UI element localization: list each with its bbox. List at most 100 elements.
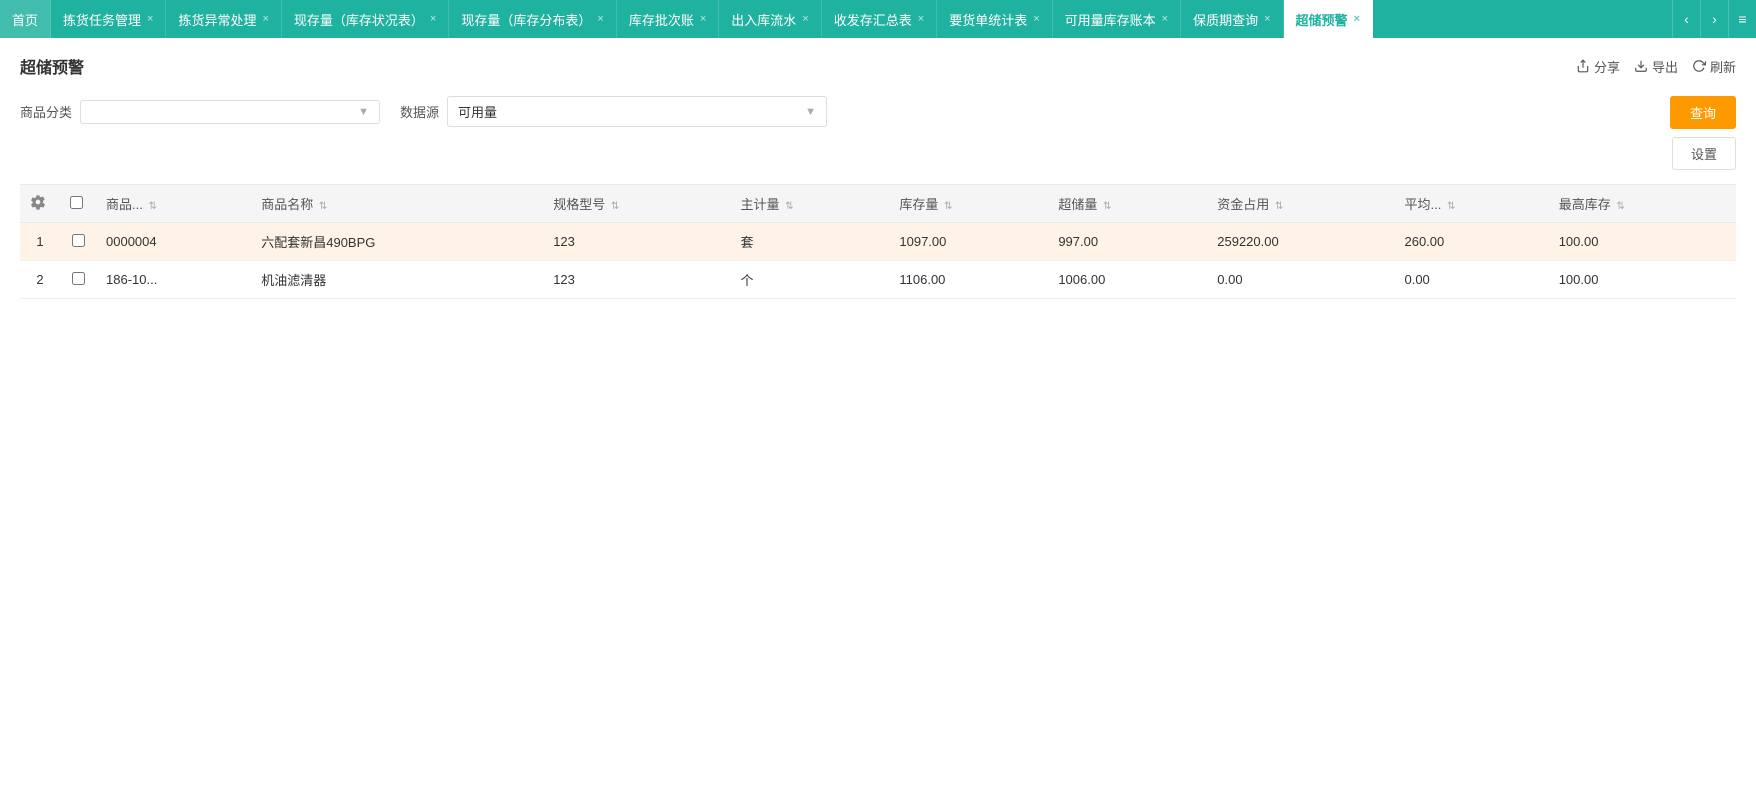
capital-1: 0.00: [1207, 261, 1394, 299]
nav-tab-4[interactable]: 现存量（库存分布表） ×: [449, 0, 616, 38]
capital-0: 259220.00: [1207, 223, 1394, 261]
nav-tab-11-close[interactable]: ×: [1354, 13, 1360, 25]
th-capital[interactable]: 资金占用 ⇅: [1207, 185, 1394, 223]
th-avg-label: 平均...: [1404, 197, 1441, 212]
row-checkbox-cell-0: [60, 223, 96, 261]
nav-tab-6-close[interactable]: ×: [802, 13, 808, 25]
nav-tab-3-close[interactable]: ×: [430, 13, 436, 25]
sort-icon-product-code: ⇅: [148, 201, 156, 212]
share-label: 分享: [1594, 57, 1620, 76]
nav-tab-9-close[interactable]: ×: [1162, 13, 1168, 25]
filter-buttons-group: 查询 设置: [1670, 96, 1736, 170]
th-spec[interactable]: 规格型号 ⇅: [543, 185, 730, 223]
nav-tab-7[interactable]: 收发存汇总表 ×: [822, 0, 937, 38]
stock-1: 1106.00: [889, 261, 1048, 299]
export-label: 导出: [1652, 57, 1678, 76]
table-row: 1 0000004 六配套新昌490BPG 123 套 1097.00 997.…: [20, 223, 1736, 261]
refresh-button[interactable]: 刷新: [1692, 57, 1736, 76]
sort-icon-spec: ⇅: [611, 201, 619, 212]
th-settings[interactable]: [20, 185, 60, 223]
nav-tab-11-label: 超储预警: [1296, 10, 1348, 29]
th-max-stock[interactable]: 最高库存 ⇅: [1549, 185, 1736, 223]
max-stock-1: 100.00: [1549, 261, 1736, 299]
nav-tab-1[interactable]: 拣货任务管理 ×: [51, 0, 166, 38]
row-checkbox-0[interactable]: [72, 234, 85, 247]
export-icon: [1634, 59, 1648, 73]
header-actions: 分享 导出 刷新: [1576, 57, 1736, 76]
stock-0: 1097.00: [889, 223, 1048, 261]
th-overstock[interactable]: 超储量 ⇅: [1048, 185, 1207, 223]
nav-tab-10-label: 保质期查询: [1193, 10, 1258, 29]
th-overstock-label: 超储量: [1058, 197, 1097, 212]
th-avg[interactable]: 平均... ⇅: [1394, 185, 1548, 223]
nav-tab-home[interactable]: 首页: [0, 0, 51, 38]
refresh-icon: [1692, 59, 1706, 73]
page-header: 超储预警 分享 导出 刷新: [20, 54, 1736, 78]
nav-tab-8[interactable]: 要货单统计表 ×: [937, 0, 1052, 38]
th-unit[interactable]: 主计量 ⇅: [730, 185, 889, 223]
row-checkbox-1[interactable]: [72, 272, 85, 285]
spec-0: 123: [543, 223, 730, 261]
top-nav: 首页 拣货任务管理 × 拣货异常处理 × 现存量（库存状况表） × 现存量（库存…: [0, 0, 1756, 38]
filter-row: 商品分类 ▼ 数据源 可用量 ▼ 查询 设置: [20, 96, 1736, 170]
product-code-0: 0000004: [96, 223, 251, 261]
nav-tab-2-close[interactable]: ×: [262, 13, 268, 25]
nav-tab-10[interactable]: 保质期查询 ×: [1181, 0, 1283, 38]
query-button[interactable]: 查询: [1670, 96, 1736, 129]
nav-tab-9[interactable]: 可用量库存账本 ×: [1053, 0, 1181, 38]
unit-0: 套: [730, 223, 889, 261]
datasource-filter-label: 数据源: [400, 102, 439, 121]
category-filter-select[interactable]: ▼: [80, 100, 380, 124]
refresh-label: 刷新: [1710, 57, 1736, 76]
table-row: 2 186-10... 机油滤清器 123 个 1106.00 1006.00 …: [20, 261, 1736, 299]
settings-button[interactable]: 设置: [1672, 137, 1736, 170]
product-name-0: 六配套新昌490BPG: [251, 223, 543, 261]
nav-tab-home-label: 首页: [12, 10, 38, 29]
nav-tab-4-label: 现存量（库存分布表）: [461, 10, 591, 29]
th-capital-label: 资金占用: [1217, 197, 1269, 212]
max-stock-0: 100.00: [1549, 223, 1736, 261]
select-all-checkbox[interactable]: [70, 196, 83, 209]
nav-tab-9-label: 可用量库存账本: [1065, 10, 1156, 29]
datasource-filter-select[interactable]: 可用量 ▼: [447, 96, 827, 127]
filter-selects-group: 商品分类 ▼ 数据源 可用量 ▼: [20, 96, 1650, 127]
th-product-name[interactable]: 商品名称 ⇅: [251, 185, 543, 223]
category-filter-item: 商品分类 ▼: [20, 100, 380, 124]
nav-tab-5[interactable]: 库存批次账 ×: [617, 0, 719, 38]
nav-more-button[interactable]: ≡: [1728, 0, 1756, 38]
datasource-chevron-icon: ▼: [805, 106, 816, 118]
nav-tab-4-close[interactable]: ×: [597, 13, 603, 25]
table-header-row: 商品... ⇅ 商品名称 ⇅ 规格型号 ⇅ 主计量 ⇅ 库存量 ⇅: [20, 185, 1736, 223]
nav-tab-7-close[interactable]: ×: [918, 13, 924, 25]
nav-next-button[interactable]: ›: [1700, 0, 1728, 38]
nav-tab-5-close[interactable]: ×: [700, 13, 706, 25]
nav-tab-8-close[interactable]: ×: [1033, 13, 1039, 25]
th-stock-label: 库存量: [899, 197, 938, 212]
nav-tab-6[interactable]: 出入库流水 ×: [719, 0, 821, 38]
avg-1: 0.00: [1394, 261, 1548, 299]
nav-tab-11[interactable]: 超储预警 ×: [1284, 0, 1373, 38]
share-button[interactable]: 分享: [1576, 57, 1620, 76]
spec-1: 123: [543, 261, 730, 299]
nav-tab-2[interactable]: 拣货异常处理 ×: [166, 0, 281, 38]
unit-1: 个: [730, 261, 889, 299]
nav-tab-3[interactable]: 现存量（库存状况表） ×: [282, 0, 449, 38]
page-title: 超储预警: [20, 54, 84, 78]
sort-icon-avg: ⇅: [1447, 201, 1455, 212]
th-max-stock-label: 最高库存: [1559, 197, 1611, 212]
nav-tab-2-label: 拣货异常处理: [178, 10, 256, 29]
th-checkbox: [60, 185, 96, 223]
nav-tab-10-close[interactable]: ×: [1264, 13, 1270, 25]
sort-icon-unit: ⇅: [785, 201, 793, 212]
datasource-filter-item: 数据源 可用量 ▼: [400, 96, 827, 127]
th-stock[interactable]: 库存量 ⇅: [889, 185, 1048, 223]
nav-tab-1-close[interactable]: ×: [147, 13, 153, 25]
th-unit-label: 主计量: [740, 197, 779, 212]
th-product-code[interactable]: 商品... ⇅: [96, 185, 251, 223]
export-button[interactable]: 导出: [1634, 57, 1678, 76]
th-product-name-label: 商品名称: [261, 197, 313, 212]
nav-prev-button[interactable]: ‹: [1672, 0, 1700, 38]
nav-tab-6-label: 出入库流水: [731, 10, 796, 29]
row-checkbox-cell-1: [60, 261, 96, 299]
category-chevron-icon: ▼: [358, 106, 369, 118]
